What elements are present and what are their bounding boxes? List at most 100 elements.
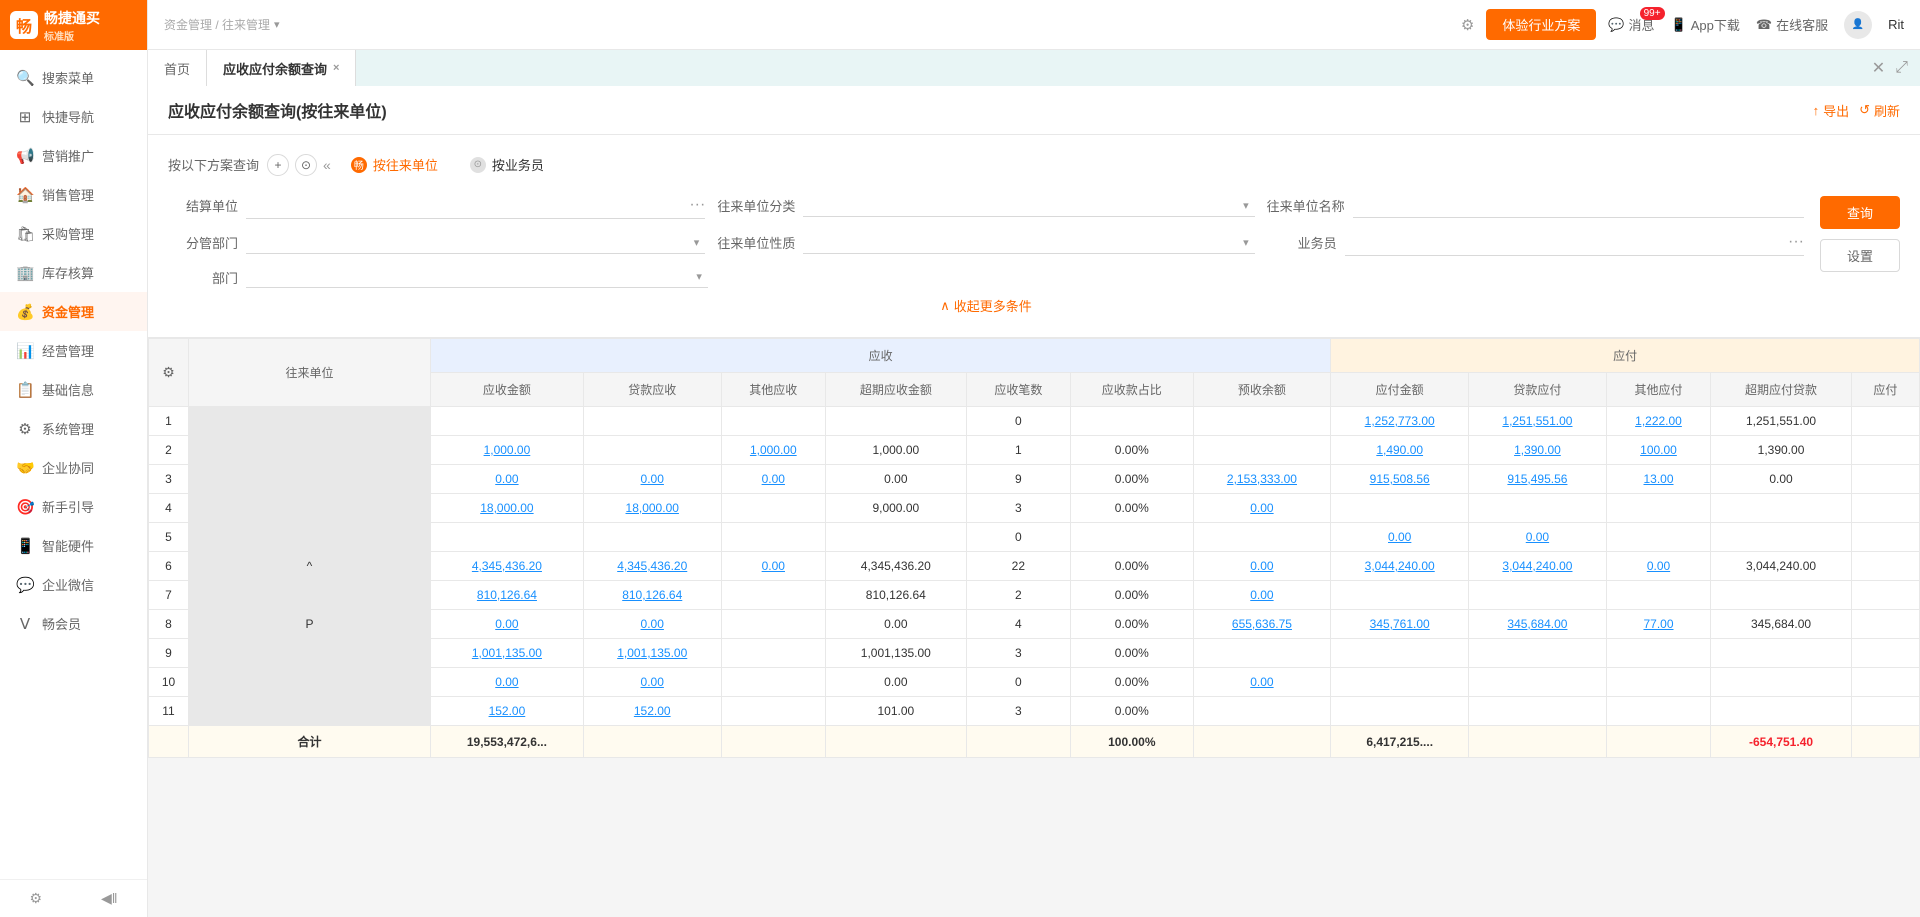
tab-home[interactable]: 首页	[148, 50, 207, 86]
username-label[interactable]: Rit	[1888, 17, 1904, 32]
cell-ar-loan[interactable]: 18,000.00	[583, 494, 721, 523]
breadcrumb: 资金管理 / 往来管理 ▾	[164, 16, 1449, 33]
tab-close-icon[interactable]: ×	[333, 62, 339, 74]
cell-ar-other[interactable]: 0.00	[721, 465, 825, 494]
cell-ap-other[interactable]: 13.00	[1606, 465, 1710, 494]
cell-ar-amount[interactable]: 1,001,135.00	[430, 639, 583, 668]
cell-ap-loan[interactable]: 915,495.56	[1469, 465, 1607, 494]
cell-ar-loan[interactable]: 0.00	[583, 465, 721, 494]
table-settings-icon[interactable]: ⚙	[162, 364, 175, 380]
sidebar-item-basic[interactable]: 📋 基础信息	[0, 370, 147, 409]
salesman-input[interactable]: ···	[1345, 229, 1804, 256]
sidebar-item-quick-nav[interactable]: ⊞ 快捷导航	[0, 97, 147, 136]
cell-ar-amount[interactable]: 810,126.64	[430, 581, 583, 610]
sidebar-item-marketing[interactable]: 📢 营销推广	[0, 136, 147, 175]
cell-ar-loan[interactable]: 0.00	[583, 610, 721, 639]
cell-ar-loan[interactable]: 4,345,436.20	[583, 552, 721, 581]
scheme-edit-button[interactable]: ⊙	[295, 154, 317, 176]
cell-ap-amount[interactable]: 1,252,773.00	[1331, 407, 1469, 436]
tab-close-window-icon[interactable]: ✕	[1872, 58, 1885, 78]
cell-ar-loan[interactable]: 810,126.64	[583, 581, 721, 610]
cell-ar-loan[interactable]: 1,001,135.00	[583, 639, 721, 668]
sidebar-item-guide[interactable]: 🎯 新手引导	[0, 487, 147, 526]
cell-ar-amount[interactable]: 0.00	[430, 610, 583, 639]
cell-ap-other[interactable]: 77.00	[1606, 610, 1710, 639]
message-button[interactable]: 💬 消息 99+	[1608, 15, 1654, 34]
cell-ap-loan[interactable]: 0.00	[1469, 523, 1607, 552]
cell-ar-ratio: 0.00%	[1071, 581, 1194, 610]
cell-ar-amount[interactable]: 1,000.00	[430, 436, 583, 465]
sidebar-item-sales[interactable]: 🏠 销售管理	[0, 175, 147, 214]
sidebar-item-search[interactable]: 🔍 搜索菜单	[0, 58, 147, 97]
cell-ar-loan[interactable]: 152.00	[583, 697, 721, 726]
scheme-option-salesman[interactable]: ⊙ 按业务员	[458, 149, 556, 180]
refresh-button[interactable]: ↺ 刷新	[1859, 101, 1900, 120]
cell-ar-ratio: 0.00%	[1071, 465, 1194, 494]
cell-ar-prepay[interactable]: 0.00	[1193, 494, 1331, 523]
cell-ar-amount[interactable]: 18,000.00	[430, 494, 583, 523]
cell-ap-amount[interactable]: 1,490.00	[1331, 436, 1469, 465]
cell-index: 2	[149, 436, 189, 465]
export-button[interactable]: ↑ 导出	[1813, 101, 1850, 120]
cell-partner	[189, 407, 431, 436]
cell-ar-amount[interactable]: 0.00	[430, 465, 583, 494]
cell-ap-other[interactable]: 100.00	[1606, 436, 1710, 465]
table-scroll[interactable]: ⚙ 往来单位 应收 应付 应收金额 贷款应	[148, 338, 1920, 758]
sidebar-item-hardware[interactable]: 📱 智能硬件	[0, 526, 147, 565]
app-download-button[interactable]: 📱 App下载	[1671, 15, 1740, 34]
tab-ar-ap[interactable]: 应收应付余额查询 ×	[207, 50, 356, 86]
cell-ap-amount[interactable]: 3,044,240.00	[1331, 552, 1469, 581]
sidebar-item-wechat[interactable]: 💬 企业微信	[0, 565, 147, 604]
cell-ar-prepay[interactable]: 0.00	[1193, 552, 1331, 581]
sidebar-item-system[interactable]: ⚙ 系统管理	[0, 409, 147, 448]
filter-collapse-button[interactable]: ∧ 收起更多条件	[168, 288, 1804, 323]
cell-ap-amount[interactable]: 0.00	[1331, 523, 1469, 552]
sidebar-settings-icon[interactable]: ⚙	[29, 890, 42, 907]
scheme-nav-icon[interactable]: «	[323, 157, 331, 173]
topbar-gear-icon[interactable]: ⚙	[1461, 16, 1474, 34]
sidebar-item-purchase[interactable]: 🛍 采购管理	[0, 214, 147, 253]
sidebar-collapse-icon[interactable]: ◀‖	[101, 890, 118, 907]
cell-ar-prepay[interactable]: 0.00	[1193, 668, 1331, 697]
th-ar-count: 应收笔数	[966, 373, 1070, 407]
cell-ar-amount[interactable]: 152.00	[430, 697, 583, 726]
sidebar-item-finance[interactable]: 💰 资金管理	[0, 292, 147, 331]
partner-nature-select[interactable]: ▾	[803, 232, 1254, 254]
cell-ap-amount[interactable]: 345,761.00	[1331, 610, 1469, 639]
cell-ar-amount[interactable]: 0.00	[430, 668, 583, 697]
cell-ap-loan[interactable]: 345,684.00	[1469, 610, 1607, 639]
cell-ap-loan[interactable]: 1,251,551.00	[1469, 407, 1607, 436]
partner-name-input[interactable]	[1353, 194, 1804, 218]
cell-ar-loan[interactable]: 0.00	[583, 668, 721, 697]
query-button[interactable]: 查询	[1820, 196, 1900, 229]
cell-ar-prepay[interactable]: 2,153,333.00	[1193, 465, 1331, 494]
salesman-dots-icon[interactable]: ···	[1788, 233, 1804, 251]
promo-button[interactable]: 体验行业方案	[1486, 9, 1596, 40]
breadcrumb-caret[interactable]: ▾	[274, 18, 280, 31]
cell-ar-amount[interactable]: 4,345,436.20	[430, 552, 583, 581]
scheme-option-partner[interactable]: 畅 按往来单位	[339, 149, 450, 180]
scheme-add-button[interactable]: +	[267, 154, 289, 176]
settlement-unit-input[interactable]: ···	[246, 192, 705, 219]
settlement-dots-icon[interactable]: ···	[689, 196, 705, 214]
cell-ar-prepay[interactable]: 655,636.75	[1193, 610, 1331, 639]
cell-ar-other	[721, 697, 825, 726]
cell-ar-prepay[interactable]: 0.00	[1193, 581, 1331, 610]
partner-category-select[interactable]: ▾	[803, 195, 1254, 217]
cell-ap-loan[interactable]: 3,044,240.00	[1469, 552, 1607, 581]
cell-ap-loan[interactable]: 1,390.00	[1469, 436, 1607, 465]
sidebar-item-inventory[interactable]: 🏢 库存核算	[0, 253, 147, 292]
subdept-select[interactable]: ▾	[246, 266, 708, 288]
cell-ap-other[interactable]: 1,222.00	[1606, 407, 1710, 436]
sidebar-item-member[interactable]: Ⅴ 畅会员	[0, 604, 147, 643]
settings-button[interactable]: 设置	[1820, 239, 1900, 272]
cell-ar-other[interactable]: 0.00	[721, 552, 825, 581]
cell-ap-amount[interactable]: 915,508.56	[1331, 465, 1469, 494]
dept-select[interactable]: ▾	[246, 232, 705, 254]
tab-expand-icon[interactable]: ⤢	[1895, 59, 1908, 77]
cell-ap-other[interactable]: 0.00	[1606, 552, 1710, 581]
customer-service-button[interactable]: ☎ 在线客服	[1756, 15, 1828, 34]
sidebar-item-corp[interactable]: 🤝 企业协同	[0, 448, 147, 487]
sidebar-item-operations[interactable]: 📊 经营管理	[0, 331, 147, 370]
cell-ar-other[interactable]: 1,000.00	[721, 436, 825, 465]
